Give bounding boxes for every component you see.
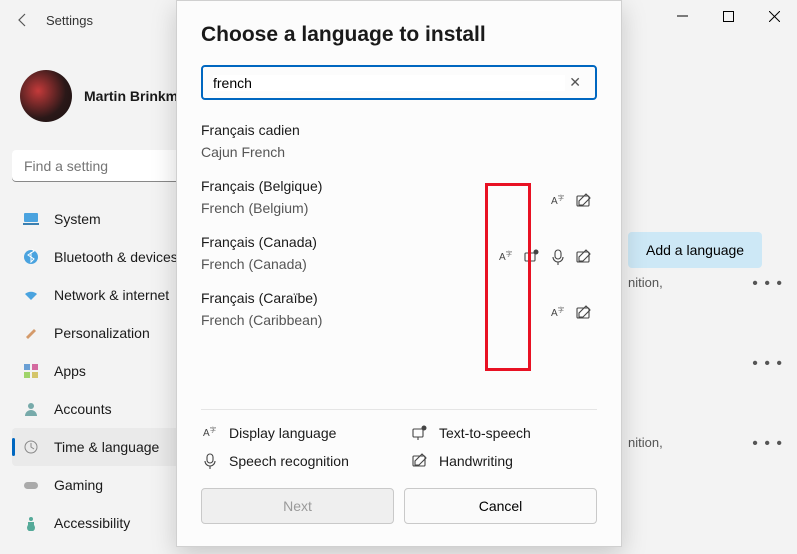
nav-label: Gaming [54,477,103,493]
svg-text:A: A [499,252,506,263]
language-search[interactable]: ✕ [201,65,597,100]
svg-text:A: A [551,308,558,319]
language-english-name: Cajun French [201,144,300,160]
nav-label: System [54,211,101,227]
add-language-button[interactable]: Add a language [628,232,762,268]
nav-label: Personalization [54,325,150,341]
language-english-name: French (Caribbean) [201,312,322,328]
language-english-name: French (Canada) [201,256,317,272]
language-native-name: Français (Belgique) [201,178,322,194]
text-to-speech-icon [411,424,429,442]
legend-handwriting: Handwriting [411,452,581,470]
window-title: Settings [46,13,93,28]
svg-text:字: 字 [558,194,564,202]
language-search-input[interactable] [213,75,565,91]
clear-search-button[interactable]: ✕ [565,74,585,91]
more-options-button[interactable]: • • • [752,355,783,373]
language-option[interactable]: Français (Belgique) French (Belgium) A字 [201,170,597,226]
hand-icon [575,304,593,322]
nav-icon [22,476,40,494]
nav-icon [22,514,40,532]
display-language-icon: A字 [201,424,219,442]
display-icon: A字 [549,304,567,322]
next-button[interactable]: Next [201,488,394,524]
language-english-name: French (Belgium) [201,200,322,216]
nav-icon [22,438,40,456]
nav-icon [22,210,40,228]
feature-hint: nition, [628,275,663,290]
more-options-button[interactable]: • • • [752,275,783,293]
display-icon: A字 [549,192,567,210]
hand-icon [575,192,593,210]
legend-text-to-speech: Text-to-speech [411,424,581,442]
nav-icon [22,400,40,418]
nav-icon [22,248,40,266]
nav-icon [22,324,40,342]
close-button[interactable] [751,0,797,32]
tts-icon [523,248,541,266]
legend-display-language: A字Display language [201,424,371,442]
language-native-name: Français (Canada) [201,234,317,250]
language-native-name: Français cadien [201,122,300,138]
handwriting-icon [411,452,429,470]
svg-text:字: 字 [210,426,216,434]
feature-hint: nition, [628,435,663,450]
avatar [20,70,72,122]
nav-label: Time & language [54,439,159,455]
nav-label: Apps [54,363,86,379]
nav-icon [22,286,40,304]
svg-text:字: 字 [558,306,564,314]
back-button[interactable] [0,0,46,40]
language-native-name: Français (Caraïbe) [201,290,322,306]
language-option[interactable]: Français cadien Cajun French [201,114,597,170]
more-options-button[interactable]: • • • [752,435,783,453]
language-install-dialog: Choose a language to install ✕ Français … [176,0,622,547]
hand-icon [575,248,593,266]
nav-label: Network & internet [54,287,169,303]
legend-speech-recognition: Speech recognition [201,452,371,470]
display-icon: A字 [497,248,515,266]
dialog-title: Choose a language to install [201,23,597,47]
cancel-button[interactable]: Cancel [404,488,597,524]
speech-recognition-icon [201,452,219,470]
nav-label: Accessibility [54,515,130,531]
svg-text:字: 字 [506,250,512,258]
minimize-button[interactable] [659,0,705,32]
svg-text:A: A [551,196,558,207]
maximize-button[interactable] [705,0,751,32]
svg-text:A: A [203,428,210,439]
nav-label: Accounts [54,401,112,417]
speech-icon [549,248,567,266]
nav-icon [22,362,40,380]
language-option[interactable]: Français (Caraïbe) French (Caribbean) A字 [201,282,597,338]
nav-label: Bluetooth & devices [54,249,178,265]
language-option[interactable]: Français (Canada) French (Canada) A字 [201,226,597,282]
